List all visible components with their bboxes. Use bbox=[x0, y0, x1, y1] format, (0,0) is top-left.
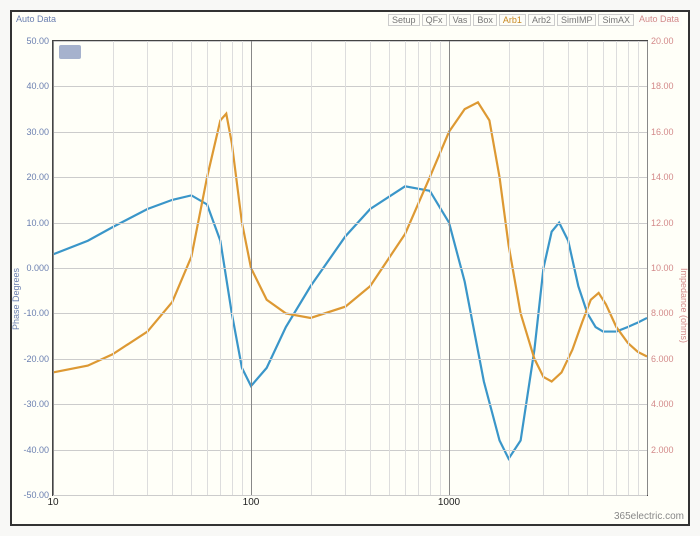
tab-arb2[interactable]: Arb2 bbox=[528, 14, 555, 26]
ytick-left: -40.00 bbox=[23, 445, 53, 455]
gridline-v bbox=[345, 41, 346, 495]
ytick-right: 6.000 bbox=[647, 354, 674, 364]
gridline-v bbox=[449, 41, 450, 495]
ytick-right: 2.000 bbox=[647, 445, 674, 455]
gridline-v bbox=[638, 41, 639, 495]
ytick-right: 4.000 bbox=[647, 399, 674, 409]
gridline-h bbox=[53, 132, 647, 133]
gridline-v bbox=[147, 41, 148, 495]
gridline-h bbox=[53, 86, 647, 87]
gridline-h bbox=[53, 177, 647, 178]
gridline-v bbox=[113, 41, 114, 495]
gridline-h bbox=[53, 359, 647, 360]
gridline-v bbox=[568, 41, 569, 495]
ytick-left: 0.000 bbox=[26, 263, 53, 273]
gridline-h bbox=[53, 495, 647, 496]
ytick-left: 10.00 bbox=[26, 218, 53, 228]
gridline-v bbox=[647, 41, 648, 495]
ytick-left: 50.00 bbox=[26, 36, 53, 46]
ytick-left: 30.00 bbox=[26, 127, 53, 137]
y-axis-label-left: Phase Degrees bbox=[11, 268, 21, 330]
gridline-v bbox=[191, 41, 192, 495]
gridline-v bbox=[430, 41, 431, 495]
tab-bar: SetupQFxVasBoxArb1Arb2SimIMPSimAXAuto Da… bbox=[388, 14, 682, 26]
ytick-left: -20.00 bbox=[23, 354, 53, 364]
gridline-h bbox=[53, 450, 647, 451]
tab-vas[interactable]: Vas bbox=[449, 14, 472, 26]
gridline-v bbox=[418, 41, 419, 495]
tab-setup[interactable]: Setup bbox=[388, 14, 420, 26]
gridline-v bbox=[232, 41, 233, 495]
ytick-right: 8.000 bbox=[647, 308, 674, 318]
ytick-left: 40.00 bbox=[26, 81, 53, 91]
series-impedance-ohm- bbox=[53, 102, 647, 381]
gridline-v bbox=[172, 41, 173, 495]
gridline-v bbox=[509, 41, 510, 495]
gridline-v bbox=[587, 41, 588, 495]
watermark-text: 365electric.com bbox=[614, 511, 684, 522]
ytick-left: -30.00 bbox=[23, 399, 53, 409]
ytick-left: 20.00 bbox=[26, 172, 53, 182]
gridline-v bbox=[251, 41, 252, 495]
y-axis-label-right: Impedance (ohms) bbox=[679, 268, 689, 343]
gridline-v bbox=[628, 41, 629, 495]
chart-frame: Auto Data SetupQFxVasBoxArb1Arb2SimIMPSi… bbox=[10, 10, 690, 526]
gridline-h bbox=[53, 223, 647, 224]
gridline-h bbox=[53, 41, 647, 42]
ytick-right: 10.00 bbox=[647, 263, 674, 273]
xtick: 100 bbox=[243, 495, 260, 508]
gridline-v bbox=[616, 41, 617, 495]
gridline-v bbox=[242, 41, 243, 495]
auto-data-left: Auto Data bbox=[16, 14, 56, 24]
gridline-v bbox=[220, 41, 221, 495]
ytick-right: 14.00 bbox=[647, 172, 674, 182]
gridline-h bbox=[53, 313, 647, 314]
ytick-right: 16.00 bbox=[647, 127, 674, 137]
tab-simax[interactable]: SimAX bbox=[598, 14, 634, 26]
gridline-v bbox=[440, 41, 441, 495]
tab-qfx[interactable]: QFx bbox=[422, 14, 447, 26]
ytick-right: 20.00 bbox=[647, 36, 674, 46]
ytick-right: 18.00 bbox=[647, 81, 674, 91]
gridline-v bbox=[207, 41, 208, 495]
tab-box[interactable]: Box bbox=[473, 14, 497, 26]
xtick: 1000 bbox=[438, 495, 460, 508]
ytick-right: 12.00 bbox=[647, 218, 674, 228]
gridline-h bbox=[53, 404, 647, 405]
gridline-v bbox=[389, 41, 390, 495]
gridline-v bbox=[311, 41, 312, 495]
gridline-v bbox=[370, 41, 371, 495]
gridline-v bbox=[603, 41, 604, 495]
tab-simimp[interactable]: SimIMP bbox=[557, 14, 597, 26]
plot-area: 50.0020.0040.0018.0030.0016.0020.0014.00… bbox=[52, 40, 648, 496]
ytick-left: -10.00 bbox=[23, 308, 53, 318]
xtick: 10 bbox=[47, 495, 58, 508]
tab-arb1[interactable]: Arb1 bbox=[499, 14, 526, 26]
gridline-v bbox=[53, 41, 54, 495]
gridline-v bbox=[543, 41, 544, 495]
auto-data-right: Auto Data bbox=[636, 14, 682, 26]
gridline-v bbox=[405, 41, 406, 495]
gridline-h bbox=[53, 268, 647, 269]
series-phase-deg- bbox=[53, 186, 647, 458]
